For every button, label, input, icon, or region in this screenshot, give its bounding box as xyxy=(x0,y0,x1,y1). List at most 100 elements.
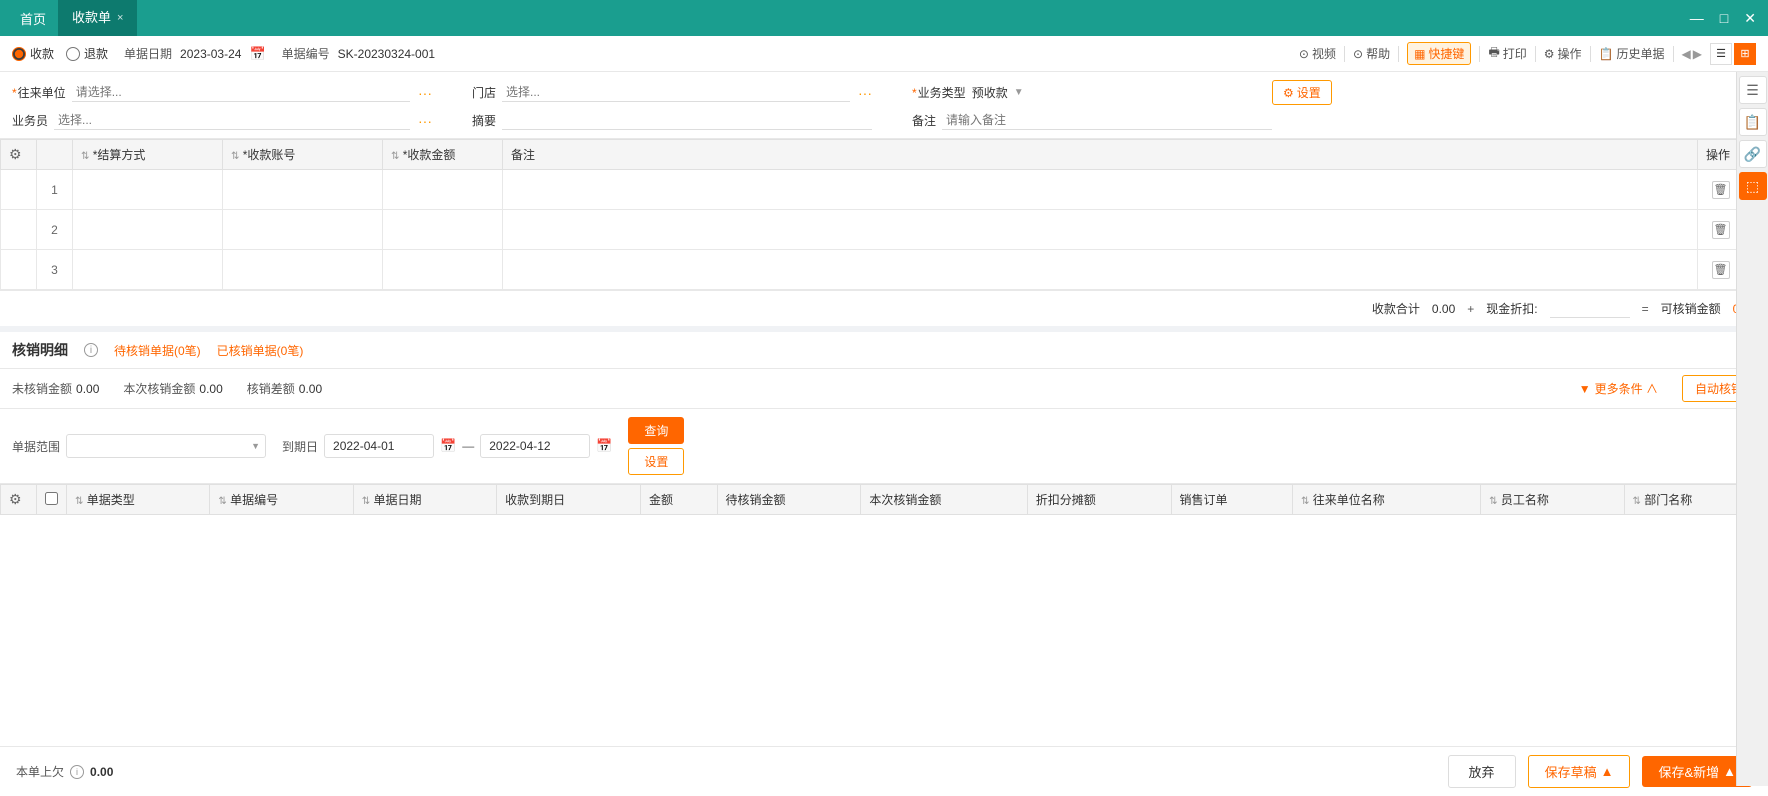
reconcile-table-area: ⚙ ⇅ 单据类型 ⇅ 单据编号 ⇅ 单据日期 xyxy=(0,484,1768,515)
right-panel-icon-1[interactable]: ☰ xyxy=(1739,76,1767,104)
table-remark-col: 备注 xyxy=(503,140,1698,170)
tab-close-icon[interactable]: × xyxy=(117,0,123,36)
table-gear-icon[interactable]: ⚙ xyxy=(9,146,22,162)
window-controls: — □ ✕ xyxy=(1686,10,1760,27)
radio-refund[interactable]: 退款 xyxy=(66,45,108,62)
sales-ellipsis-icon[interactable]: ··· xyxy=(418,113,432,129)
doc-date-field: 单据日期 2023-03-24 📅 xyxy=(124,45,266,62)
doc-type-radio-group: 收款 退款 xyxy=(12,45,108,62)
footer-doc-info: 本单上欠 i 0.00 xyxy=(16,763,113,780)
doc-num-field: 单据编号 SK-20230324-001 xyxy=(282,45,435,62)
unreconciled-stat: 未核销金额 0.00 xyxy=(12,380,99,397)
help-icon: ⊙ xyxy=(1353,47,1363,61)
filter-settings-button[interactable]: 设置 xyxy=(628,448,684,475)
settings-button[interactable]: ⚙ 设置 xyxy=(1272,80,1332,105)
save-draft-button[interactable]: 保存草稿 ▲ xyxy=(1528,755,1631,788)
table-row: 3 🗑 ⧉ xyxy=(1,250,1768,290)
grid-view-btn[interactable]: ⊞ xyxy=(1734,43,1756,65)
save-draft-arrow-icon: ▲ xyxy=(1601,764,1614,779)
counterpart-input[interactable] xyxy=(72,83,410,102)
due-date-start-cal-icon[interactable]: 📅 xyxy=(440,438,456,454)
bt-pending-reconcile-col: 待核销金额 xyxy=(717,485,861,515)
store-input[interactable] xyxy=(502,83,850,102)
radio-receipt[interactable]: 收款 xyxy=(12,45,54,62)
current-reconcile-stat: 本次核销金额 0.00 xyxy=(123,380,222,397)
list-view-btn[interactable]: ☰ xyxy=(1710,43,1732,65)
due-date-start-input[interactable] xyxy=(324,434,434,458)
bt-current-reconcile-col: 本次核销金额 xyxy=(861,485,1027,515)
summary-input[interactable] xyxy=(502,111,872,130)
store-ellipsis-icon[interactable]: ··· xyxy=(858,85,872,101)
bt-settings-col: ⚙ xyxy=(1,485,37,515)
pending-reconcile-tab[interactable]: 待核销单据(0笔) xyxy=(114,342,201,359)
info-circle-icon: i xyxy=(70,765,84,779)
toolbar-actions: ⊙ 视频 ⊙ 帮助 ▦ 快捷键 🖶 打印 ⚙ 操作 xyxy=(1299,42,1756,65)
form-section: *往来单位 ··· 门店 ··· *业务类型 预收款 ▼ ⚙ 设置 业务员 xyxy=(0,72,1768,139)
operation-action[interactable]: ⚙ 操作 xyxy=(1544,45,1582,62)
due-date-end-input[interactable] xyxy=(480,434,590,458)
print-icon: 🖶 xyxy=(1488,43,1499,64)
table-row: 2 🗑 ⧉ xyxy=(1,210,1768,250)
due-date-end-cal-icon[interactable]: 📅 xyxy=(596,438,612,454)
prev-arrow-icon[interactable]: ◀ xyxy=(1682,47,1691,61)
bt-gear-icon[interactable]: ⚙ xyxy=(9,491,22,507)
receipt-table-section: ⚙ ⇅ *结算方式 ⇅ *收款账号 ⇅ *收款金额 备 xyxy=(0,139,1768,326)
counterpart-field: *往来单位 ··· xyxy=(12,83,432,102)
right-panel-icon-3[interactable]: 🔗 xyxy=(1739,140,1767,168)
top-nav: 首页 收款单 × — □ ✕ xyxy=(0,0,1768,36)
table-account-col: ⇅ *收款账号 xyxy=(223,140,383,170)
nav-tab-receipt[interactable]: 收款单 × xyxy=(58,0,137,36)
nav-tab-label: 收款单 xyxy=(72,0,111,36)
query-button[interactable]: 查询 xyxy=(628,417,684,444)
history-icon: 📋 xyxy=(1599,47,1614,61)
print-action[interactable]: 🖶 打印 xyxy=(1488,43,1526,64)
remark-field: 备注 xyxy=(912,111,1272,130)
table-settle-col: ⇅ *结算方式 xyxy=(73,140,223,170)
video-action[interactable]: ⊙ 视频 xyxy=(1299,45,1336,62)
operation-icon: ⚙ xyxy=(1544,47,1555,61)
delete-row1-icon[interactable]: 🗑 xyxy=(1712,181,1730,199)
nav-home-link[interactable]: 首页 xyxy=(8,9,58,28)
business-type-dropdown-icon[interactable]: ▼ xyxy=(1014,87,1024,98)
receipt-table: ⚙ ⇅ *结算方式 ⇅ *收款账号 ⇅ *收款金额 备 xyxy=(0,139,1768,290)
shortcut-icon: ▦ xyxy=(1414,47,1425,61)
right-panel-icon-2[interactable]: 📋 xyxy=(1739,108,1767,136)
remark-input[interactable] xyxy=(942,111,1272,130)
delete-row2-icon[interactable]: 🗑 xyxy=(1712,221,1730,239)
discount-input[interactable] xyxy=(1550,299,1630,318)
bt-doc-num-col: ⇅ 单据编号 xyxy=(210,485,353,515)
reconcile-diff-stat: 核销差额 0.00 xyxy=(247,380,322,397)
bt-checkbox-col xyxy=(37,485,67,515)
filter-action-btns: 查询 设置 xyxy=(628,417,684,475)
reconcile-stats-row: 未核销金额 0.00 本次核销金额 0.00 核销差额 0.00 ▼ 更多条件 … xyxy=(0,369,1768,409)
win-min-btn[interactable]: — xyxy=(1686,10,1708,27)
shortcut-action[interactable]: ▦ 快捷键 xyxy=(1407,42,1471,65)
win-max-btn[interactable]: □ xyxy=(1716,10,1732,27)
reconcile-filter-row: 单据范围 到期日 📅 — 📅 查询 设置 xyxy=(0,409,1768,484)
bt-doc-date-col: ⇅ 单据日期 xyxy=(353,485,496,515)
win-close-btn[interactable]: ✕ xyxy=(1740,10,1760,27)
help-action[interactable]: ⊙ 帮助 xyxy=(1353,45,1390,62)
select-all-checkbox[interactable] xyxy=(45,492,58,505)
completed-reconcile-tab[interactable]: 已核销单据(0笔) xyxy=(217,342,304,359)
right-panel: ☰ 📋 🔗 ⬚ xyxy=(1736,72,1768,786)
bt-employee-col: ⇅ 员工名称 xyxy=(1481,485,1624,515)
table-num-col xyxy=(37,140,73,170)
more-conditions-btn[interactable]: ▼ 更多条件 ∧ xyxy=(1579,380,1658,397)
abandon-button[interactable]: 放弃 xyxy=(1448,755,1516,788)
date-picker-icon[interactable]: 📅 xyxy=(249,46,265,62)
next-arrow-icon[interactable]: ▶ xyxy=(1693,47,1702,61)
summary-field: 摘要 xyxy=(472,111,872,130)
range-select[interactable] xyxy=(66,434,266,458)
delete-row3-icon[interactable]: 🗑 xyxy=(1712,261,1730,279)
sales-input[interactable] xyxy=(54,111,410,130)
history-action[interactable]: 📋 历史单据 xyxy=(1599,45,1665,62)
due-date-filter-field: 到期日 📅 — 📅 xyxy=(282,434,612,458)
table-row: 1 🗑 ⧉ xyxy=(1,170,1768,210)
view-mode-btns: ☰ ⊞ xyxy=(1710,43,1756,65)
right-panel-icon-4[interactable]: ⬚ xyxy=(1739,172,1767,200)
footer-bar: 本单上欠 i 0.00 放弃 保存草稿 ▲ 保存&新增 ▲ xyxy=(0,746,1768,796)
reconcile-info-icon[interactable]: i xyxy=(84,343,98,357)
reconcile-header: 核销明细 i 待核销单据(0笔) 已核销单据(0笔) xyxy=(0,332,1768,369)
counterpart-ellipsis-icon[interactable]: ··· xyxy=(418,85,432,101)
